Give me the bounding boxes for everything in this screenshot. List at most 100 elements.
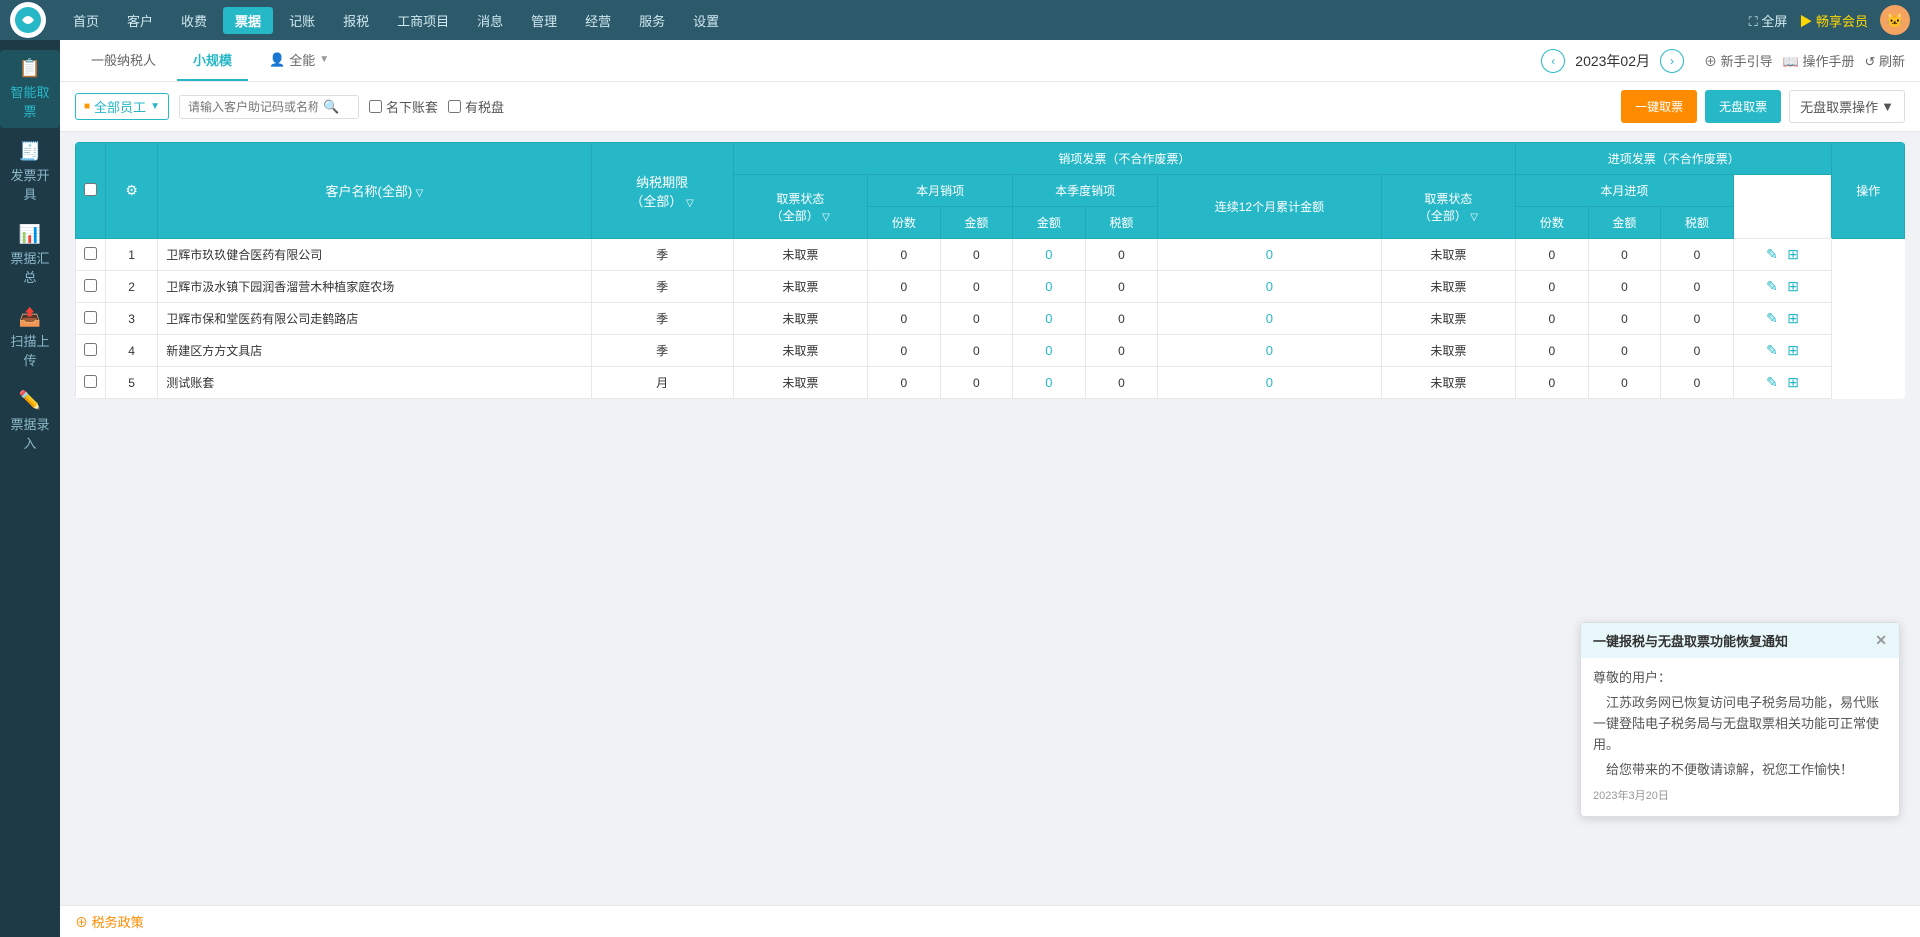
tax-disk-checkbox[interactable] — [448, 100, 461, 113]
header-sales-status: 取票状态（全部） ▽ — [733, 175, 867, 239]
nav-accounting[interactable]: 记账 — [277, 7, 327, 34]
tax-disk-filter[interactable]: 有税盘 — [448, 97, 504, 116]
notif-body: 尊敬的用户： 江苏政务网已恢复访问电子税务局功能，易代账一键登陆电子税务局与无盘… — [1581, 658, 1899, 816]
header-sales-month-amount: 金额 — [940, 207, 1013, 239]
row-purchase-month-count-3: 0 — [1516, 335, 1589, 367]
no-disk-op-btn[interactable]: 无盘取票操作 ▼ — [1789, 90, 1905, 123]
nav-settings[interactable]: 设置 — [681, 7, 731, 34]
row-sales-status-1: 未取票 — [733, 271, 867, 303]
customer-filter-icon[interactable]: ▽ — [416, 188, 424, 199]
sidebar-item-entry[interactable]: ✏️ 票据录入 — [0, 382, 60, 460]
sidebar-item-smart-ticket-label: 智能取票 — [5, 82, 55, 120]
fullscreen-btn[interactable]: ⛶ 全屏 — [1749, 11, 1788, 30]
nav-service[interactable]: 服务 — [627, 7, 677, 34]
header-purchase-status: 取票状态（全部） ▽ — [1381, 175, 1515, 239]
nav-operation[interactable]: 经营 — [573, 7, 623, 34]
tax-policy-link[interactable]: ⊕ 税务政策 — [75, 912, 144, 931]
guide-btn[interactable]: ⊕ 新手引导 — [1704, 51, 1773, 70]
row-detail-icon-4[interactable]: ⊞ — [1787, 374, 1799, 390]
sidebar-item-issue[interactable]: 🧾 发票开具 — [0, 133, 60, 211]
row-sales-month-count-4: 0 — [868, 367, 941, 399]
nav-home[interactable]: 首页 — [61, 7, 111, 34]
nav-items: 首页 客户 收费 票据 记账 报税 工商项目 消息 管理 经营 服务 设置 — [61, 7, 1749, 34]
header-purchase-month-amount: 金额 — [1588, 207, 1661, 239]
row-select-4[interactable] — [84, 375, 97, 388]
row-edit-icon-4[interactable]: ✎ — [1766, 374, 1778, 390]
sidebar-item-scan[interactable]: 📤 扫描上传 — [0, 299, 60, 377]
nav-manage[interactable]: 管理 — [519, 7, 569, 34]
search-input[interactable] — [188, 100, 318, 114]
row-sales-month-amount-3: 0 — [940, 335, 1013, 367]
nav-tax[interactable]: 报税 — [331, 7, 381, 34]
one-click-ticket-btn[interactable]: 一键取票 — [1621, 90, 1697, 123]
user-avatar[interactable]: 🐱 — [1880, 5, 1910, 35]
row-sales-12month-1: 0 — [1158, 271, 1381, 303]
period-next-btn[interactable]: › — [1660, 49, 1684, 73]
row-detail-icon-1[interactable]: ⊞ — [1787, 278, 1799, 294]
tab-general[interactable]: 一般纳税人 — [75, 40, 172, 81]
row-sales-status-0: 未取票 — [733, 239, 867, 271]
notif-scroll[interactable]: 尊敬的用户： 江苏政务网已恢复访问电子税务局功能，易代账一键登陆电子税务局与无盘… — [1581, 658, 1899, 816]
refresh-btn[interactable]: ↺ 刷新 — [1864, 51, 1905, 70]
header-operation: 操作 — [1832, 143, 1905, 239]
header-customer-name: 客户名称(全部) ▽ — [158, 143, 591, 239]
issue-icon: 🧾 — [19, 141, 41, 162]
search-icon[interactable]: 🔍 — [323, 99, 339, 115]
sidebar-item-summary[interactable]: 📊 票据汇总 — [0, 216, 60, 294]
purchase-status-filter-icon[interactable]: ▽ — [1470, 212, 1478, 223]
nav-fee[interactable]: 收费 — [169, 7, 219, 34]
period-filter-icon[interactable]: ▽ — [686, 198, 694, 209]
period-prev-btn[interactable]: ‹ — [1541, 49, 1565, 73]
tab-small[interactable]: 小规模 — [177, 40, 248, 81]
row-checkbox-1 — [76, 271, 106, 303]
logo — [10, 2, 46, 38]
row-select-0[interactable] — [84, 247, 97, 260]
row-sales-month-count-2: 0 — [868, 303, 941, 335]
row-period-0: 季 — [591, 239, 733, 271]
no-disk-ticket-btn[interactable]: 无盘取票 — [1705, 90, 1781, 123]
row-edit-icon-2[interactable]: ✎ — [1766, 310, 1778, 326]
nav-customer[interactable]: 客户 — [115, 7, 165, 34]
my-account-checkbox[interactable] — [369, 100, 382, 113]
row-sales-month-count-0: 0 — [868, 239, 941, 271]
sales-status-filter-icon[interactable]: ▽ — [822, 212, 830, 223]
nav-message[interactable]: 消息 — [465, 7, 515, 34]
row-select-1[interactable] — [84, 279, 97, 292]
row-purchase-month-count-2: 0 — [1516, 303, 1589, 335]
row-detail-icon-3[interactable]: ⊞ — [1787, 342, 1799, 358]
row-sales-status-2: 未取票 — [733, 303, 867, 335]
nav-invoice[interactable]: 票据 — [223, 7, 273, 34]
row-index-4: 5 — [106, 367, 158, 399]
row-edit-icon-3[interactable]: ✎ — [1766, 342, 1778, 358]
table-row: 2 卫辉市汲水镇下园润香溜营木种植家庭农场 季 未取票 0 0 0 0 0 未取… — [76, 271, 1905, 303]
row-select-3[interactable] — [84, 343, 97, 356]
notif-close-btn[interactable]: ✕ — [1875, 632, 1887, 649]
member-btn[interactable]: ▶ 畅享会员 — [1799, 11, 1868, 30]
row-name-1: 卫辉市汲水镇下园润香溜营木种植家庭农场 — [158, 271, 591, 303]
tab-full-icon: 👤 — [269, 52, 285, 68]
row-select-2[interactable] — [84, 311, 97, 324]
row-purchase-month-tax-1: 0 — [1661, 271, 1734, 303]
row-purchase-month-amount-3: 0 — [1588, 335, 1661, 367]
sidebar-item-smart-ticket[interactable]: 📋 智能取票 — [0, 50, 60, 128]
row-edit-icon-1[interactable]: ✎ — [1766, 278, 1778, 294]
select-all-checkbox[interactable] — [84, 183, 97, 196]
settings-icon[interactable]: ⚙ — [125, 182, 138, 198]
status-bar: ⊕ 税务政策 — [60, 905, 1920, 937]
header-settings: ⚙ — [106, 143, 158, 239]
row-sales-12month-0: 0 — [1158, 239, 1381, 271]
right-buttons: 一键取票 无盘取票 无盘取票操作 ▼ — [1621, 90, 1905, 123]
row-detail-icon-0[interactable]: ⊞ — [1787, 246, 1799, 262]
nav-business[interactable]: 工商项目 — [385, 7, 461, 34]
tab-full[interactable]: 👤 全能 ▼ — [253, 40, 345, 81]
row-detail-icon-2[interactable]: ⊞ — [1787, 310, 1799, 326]
notif-title: 一键报税与无盘取票功能恢复通知 — [1593, 631, 1788, 650]
invoice-table: ⚙ 客户名称(全部) ▽ 纳税期限 （全部） ▽ 销项发票（不合作废票） 进项发… — [75, 142, 1905, 399]
my-account-filter[interactable]: 名下账套 — [369, 97, 438, 116]
employee-filter[interactable]: ■ 全部员工 ▼ — [75, 93, 169, 120]
row-sales-month-count-3: 0 — [868, 335, 941, 367]
row-period-4: 月 — [591, 367, 733, 399]
row-edit-icon-0[interactable]: ✎ — [1766, 246, 1778, 262]
manual-btn[interactable]: 📖 操作手册 — [1783, 51, 1855, 70]
notif-content: 江苏政务网已恢复访问电子税务局功能，易代账一键登陆电子税务局与无盘取票相关功能可… — [1593, 693, 1887, 755]
